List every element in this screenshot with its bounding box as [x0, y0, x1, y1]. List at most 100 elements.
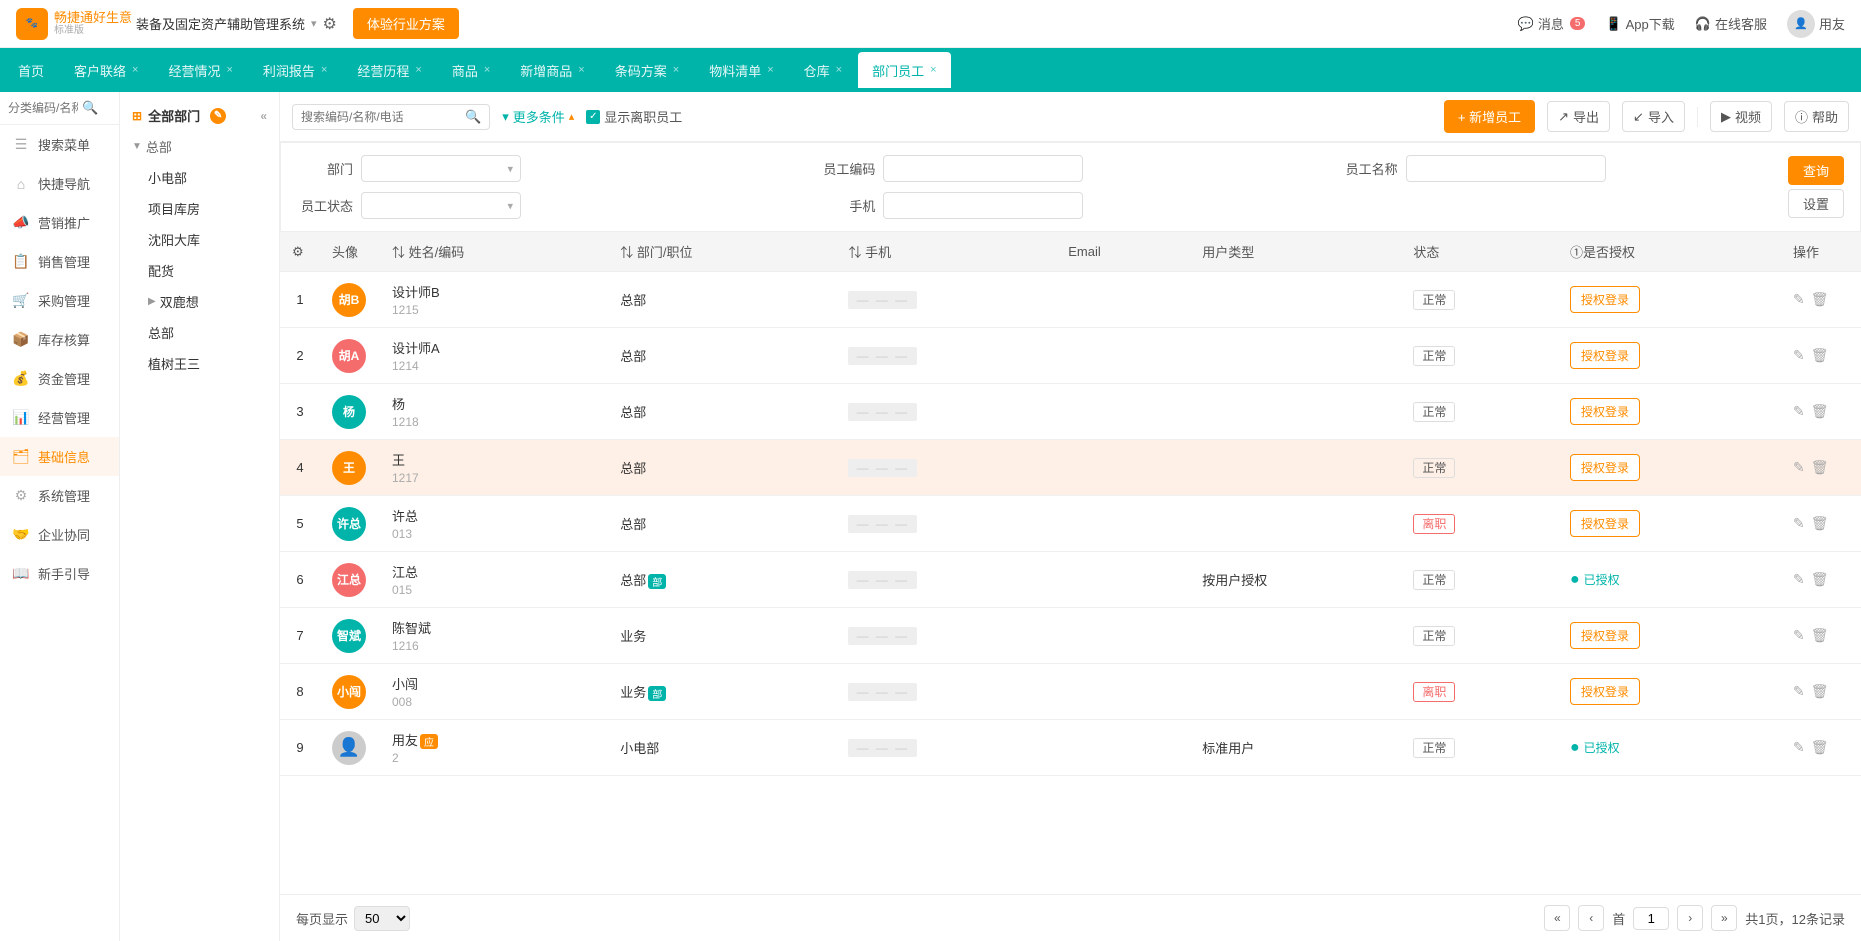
- auth-login-button[interactable]: 授权登录: [1570, 342, 1640, 369]
- delete-icon[interactable]: 🗑: [1811, 291, 1829, 308]
- help-button[interactable]: ⓘ 帮助: [1784, 101, 1849, 132]
- status-select[interactable]: [361, 192, 521, 219]
- search-icon[interactable]: 🔍: [465, 109, 481, 125]
- dept-item-project[interactable]: 项目库房: [120, 193, 279, 224]
- empname-input[interactable]: [1406, 155, 1606, 182]
- tab-close[interactable]: ×: [930, 64, 936, 76]
- settings-icon[interactable]: ⚙: [323, 14, 337, 34]
- sidebar-item-basic[interactable]: 🗂 基础信息: [0, 437, 119, 476]
- dept-item-zhishu[interactable]: 植树王三: [120, 348, 279, 379]
- add-employee-button[interactable]: + 新增员工: [1444, 100, 1535, 133]
- sidebar-item-management[interactable]: 📊 经营管理: [0, 398, 119, 437]
- tab-new-goods[interactable]: 新增商品 ×: [506, 52, 598, 88]
- empcode-input[interactable]: [883, 155, 1083, 182]
- search-input[interactable]: [301, 110, 461, 124]
- tab-profit[interactable]: 利润报告 ×: [249, 52, 341, 88]
- delete-icon[interactable]: 🗑: [1811, 515, 1829, 532]
- app-download-item[interactable]: 📱 App下载: [1605, 14, 1674, 33]
- next-page-btn[interactable]: ›: [1677, 905, 1703, 931]
- edit-icon[interactable]: ✎: [1793, 683, 1805, 700]
- tab-bom[interactable]: 物料清单 ×: [695, 52, 787, 88]
- edit-icon[interactable]: ✎: [1793, 627, 1805, 644]
- edit-dept-icon[interactable]: ✎: [210, 108, 226, 124]
- dept-select[interactable]: [361, 155, 521, 182]
- show-resigned-checkbox[interactable]: ✓: [586, 110, 600, 124]
- system-dropdown-arrow[interactable]: ▾: [311, 17, 317, 30]
- dept-section-headquarter[interactable]: ▼ 总部: [120, 131, 279, 162]
- tab-history[interactable]: 经营历程 ×: [343, 52, 435, 88]
- tab-close[interactable]: ×: [578, 64, 584, 76]
- sidebar-item-collab[interactable]: 🤝 企业协同: [0, 515, 119, 554]
- edit-icon[interactable]: ✎: [1793, 515, 1805, 532]
- tab-close[interactable]: ×: [767, 64, 773, 76]
- tab-home[interactable]: 首页: [4, 52, 58, 88]
- dept-item-xiaodian[interactable]: 小电部: [120, 162, 279, 193]
- sidebar-item-finance[interactable]: 💰 资金管理: [0, 359, 119, 398]
- dept-item-zongbu[interactable]: 总部: [120, 317, 279, 348]
- th-phone[interactable]: ⇅ 手机: [836, 232, 1056, 272]
- edit-icon[interactable]: ✎: [1793, 739, 1805, 756]
- sidebar-item-marketing[interactable]: 📣 营销推广: [0, 203, 119, 242]
- auth-login-button[interactable]: 授权登录: [1570, 678, 1640, 705]
- phone-input[interactable]: [883, 192, 1083, 219]
- tab-operation[interactable]: 经营情况 ×: [154, 52, 246, 88]
- sidebar-item-purchase[interactable]: 🛒 采购管理: [0, 281, 119, 320]
- tab-customer[interactable]: 客户联络 ×: [60, 52, 152, 88]
- first-page-btn[interactable]: «: [1544, 905, 1570, 931]
- delete-icon[interactable]: 🗑: [1811, 683, 1829, 700]
- delete-icon[interactable]: 🗑: [1811, 627, 1829, 644]
- sidebar-item-sales[interactable]: 📋 销售管理: [0, 242, 119, 281]
- page-number-input[interactable]: [1633, 907, 1669, 930]
- sidebar-search-input[interactable]: [8, 101, 78, 115]
- edit-icon[interactable]: ✎: [1793, 459, 1805, 476]
- tab-close[interactable]: ×: [415, 64, 421, 76]
- prev-page-btn[interactable]: ‹: [1578, 905, 1604, 931]
- delete-icon[interactable]: 🗑: [1811, 347, 1829, 364]
- edit-icon[interactable]: ✎: [1793, 403, 1805, 420]
- sidebar-item-inventory[interactable]: 📦 库存核算: [0, 320, 119, 359]
- auth-login-button[interactable]: 授权登录: [1570, 398, 1640, 425]
- tab-close[interactable]: ×: [321, 64, 327, 76]
- auth-login-button[interactable]: 授权登录: [1570, 622, 1640, 649]
- delete-icon[interactable]: 🗑: [1811, 571, 1829, 588]
- tab-goods[interactable]: 商品 ×: [438, 52, 504, 88]
- auth-login-button[interactable]: 授权登录: [1570, 510, 1640, 537]
- sidebar-search-icon[interactable]: 🔍: [82, 100, 98, 116]
- export-button[interactable]: ↗ 导出: [1547, 101, 1610, 132]
- tab-close[interactable]: ×: [484, 64, 490, 76]
- tab-warehouse[interactable]: 仓库 ×: [790, 52, 856, 88]
- edit-icon[interactable]: ✎: [1793, 347, 1805, 364]
- tab-close[interactable]: ×: [836, 64, 842, 76]
- auth-login-button[interactable]: 授权登录: [1570, 454, 1640, 481]
- query-button[interactable]: 查询: [1788, 156, 1844, 185]
- sidebar-item-search[interactable]: ☰ 搜索菜单: [0, 125, 119, 164]
- dept-item-shuanglu[interactable]: ▶双鹿想: [120, 286, 279, 317]
- sidebar-item-shortcut[interactable]: ⌂ 快捷导航: [0, 164, 119, 203]
- show-resigned-wrap[interactable]: ✓ 显示离职员工: [586, 107, 682, 126]
- tab-close[interactable]: ×: [226, 64, 232, 76]
- th-name[interactable]: ⇅ 姓名/编码: [380, 232, 608, 272]
- filter-settings-button[interactable]: 设置: [1788, 189, 1844, 218]
- sidebar-item-guide[interactable]: 📖 新手引导: [0, 554, 119, 593]
- page-size-select[interactable]: 50 100 200: [354, 906, 410, 931]
- dept-item-shenyang[interactable]: 沈阳大库: [120, 224, 279, 255]
- collapse-tree-btn[interactable]: «: [260, 109, 267, 123]
- delete-icon[interactable]: 🗑: [1811, 403, 1829, 420]
- tab-close[interactable]: ×: [132, 64, 138, 76]
- dept-item-peihuo[interactable]: 配货: [120, 255, 279, 286]
- tab-employee[interactable]: 部门员工 ×: [858, 52, 950, 88]
- th-settings[interactable]: ⚙: [280, 232, 320, 272]
- more-filter-btn[interactable]: ▾ 更多条件 ▴: [502, 107, 574, 126]
- video-button[interactable]: ▶ 视频: [1710, 101, 1772, 132]
- import-button[interactable]: ↙ 导入: [1622, 101, 1685, 132]
- sidebar-item-system[interactable]: ⚙ 系统管理: [0, 476, 119, 515]
- delete-icon[interactable]: 🗑: [1811, 459, 1829, 476]
- auth-login-button[interactable]: 授权登录: [1570, 286, 1640, 313]
- last-page-btn[interactable]: »: [1711, 905, 1737, 931]
- online-service-item[interactable]: 🎧 在线客服: [1695, 14, 1767, 33]
- user-item[interactable]: 👤 用友: [1787, 10, 1845, 38]
- tab-barcode[interactable]: 条码方案 ×: [601, 52, 693, 88]
- delete-icon[interactable]: 🗑: [1811, 739, 1829, 756]
- tab-close[interactable]: ×: [673, 64, 679, 76]
- message-item[interactable]: 💬 消息 5: [1518, 14, 1586, 33]
